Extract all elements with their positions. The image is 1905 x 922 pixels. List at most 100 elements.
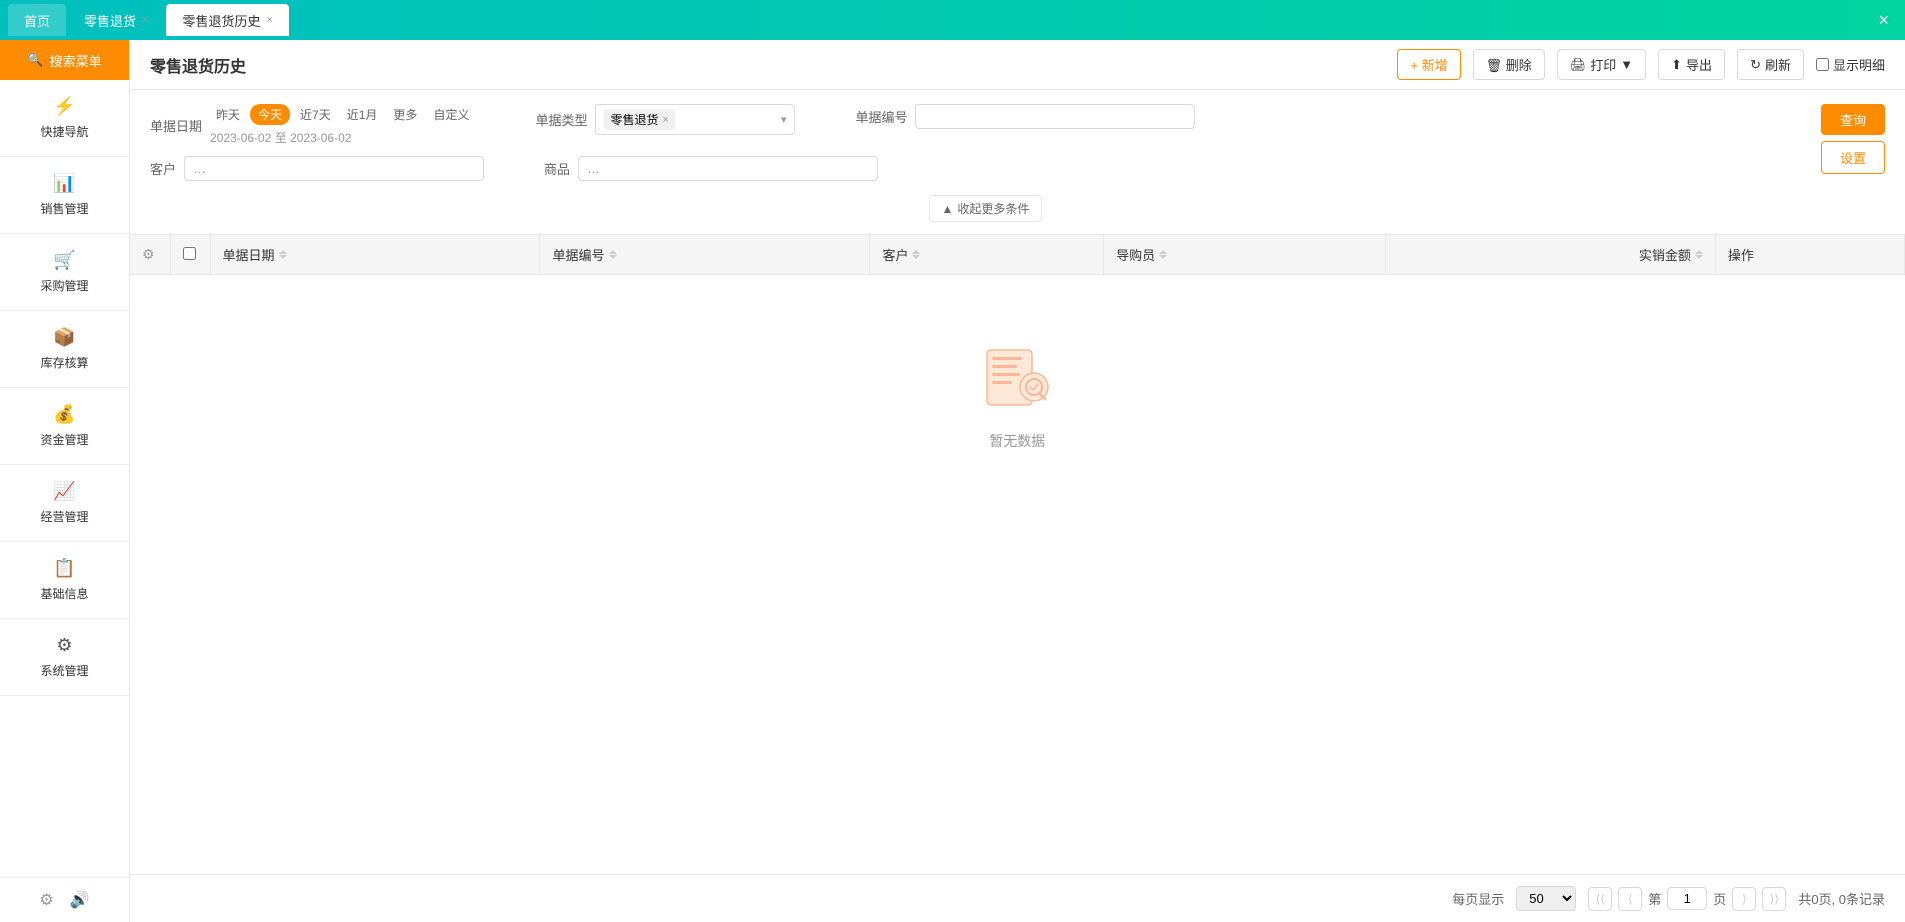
tab-retail-return-history[interactable]: 零售退货历史 × (166, 4, 288, 36)
main-layout: 🔍 搜索菜单 ⚡ 快捷导航 📊 销售管理 🛒 采购管理 📦 库存核算 💰 资金管… (0, 40, 1905, 922)
new-button[interactable]: + 新增 (1397, 49, 1460, 80)
filter-area: 单据日期 昨天 今天 近7天 近1月 更多 自定义 2 (130, 90, 1905, 235)
per-page-select[interactable]: 50 10 20 100 (1516, 886, 1576, 911)
page-input-group: 第 页 (1648, 887, 1726, 910)
sidebar-audio-icon[interactable]: 🔊 (70, 890, 90, 910)
shortcut-custom[interactable]: 自定义 (427, 104, 475, 125)
date-filter-label: 单据日期 (150, 116, 202, 135)
sidebar-item-system[interactable]: ⚙ 系统管理 (0, 619, 129, 696)
th-guide-inner: 导购员 (1116, 245, 1373, 264)
delete-button[interactable]: 🗑 删除 (1473, 49, 1545, 80)
basic-info-icon: 📋 (53, 558, 75, 579)
shortcut-today[interactable]: 今天 (250, 104, 290, 125)
page-navigation: ⟨⟨ ⟨ 第 页 ⟩ ⟩⟩ (1588, 887, 1786, 911)
settings-button[interactable]: 设置 (1821, 141, 1885, 174)
customer-filter-label: 客户 (150, 159, 176, 178)
tab-retail-return[interactable]: 零售退货 × (68, 4, 164, 36)
tab-home[interactable]: 首页 (8, 4, 66, 36)
print-dropdown-icon: ▼ (1620, 57, 1633, 72)
sidebar-item-sales[interactable]: 📊 销售管理 (0, 157, 129, 234)
number-sort-down (609, 255, 617, 259)
gear-icon[interactable]: ⚙ (142, 246, 155, 262)
shortcut-more[interactable]: 更多 (387, 104, 423, 125)
purchase-icon: 🛒 (53, 250, 75, 271)
table-area: ⚙ 单据日期 (130, 235, 1905, 874)
pagination-bar: 每页显示 50 10 20 100 ⟨⟨ ⟨ 第 页 ⟩ ⟩⟩ 共0页, 0条记… (130, 874, 1905, 922)
number-filter-input[interactable] (915, 104, 1195, 129)
sidebar-search-label: 搜索菜单 (50, 51, 102, 70)
sidebar-item-inventory[interactable]: 📦 库存核算 (0, 311, 129, 388)
collapse-button[interactable]: ▲ 收起更多条件 (929, 195, 1043, 222)
filter-row-2: 客户 … 商品 … (150, 156, 1821, 181)
sidebar-bottom: ⚙ 🔊 (0, 877, 129, 922)
first-page-button[interactable]: ⟨⟨ (1588, 887, 1612, 911)
filter-main: 单据日期 昨天 今天 近7天 近1月 更多 自定义 2 (150, 104, 1821, 226)
current-page-input[interactable] (1667, 887, 1707, 910)
window-close-button[interactable]: × (1870, 6, 1897, 35)
date-sort-down (279, 255, 287, 259)
page-total-label: 共0页, 0条记录 (1798, 889, 1885, 908)
page-title: 零售退货历史 (150, 53, 1397, 77)
select-all-checkbox[interactable] (183, 247, 196, 260)
display-detail-checkbox[interactable] (1816, 58, 1829, 71)
th-amount-label: 实销金额 (1639, 245, 1691, 264)
sidebar-item-purchase[interactable]: 🛒 采购管理 (0, 234, 129, 311)
print-button[interactable]: 🖨 打印 ▼ (1557, 49, 1646, 80)
sidebar-item-system-label: 系统管理 (40, 662, 88, 679)
sidebar-item-quick-nav[interactable]: ⚡ 快捷导航 (0, 80, 129, 157)
th-gear: ⚙ (130, 235, 170, 275)
shortcut-7days[interactable]: 近7天 (294, 104, 337, 125)
guide-sort-down (1159, 255, 1167, 259)
filter-customer-item: 客户 … (150, 156, 484, 181)
refresh-label: 刷新 (1765, 55, 1791, 74)
sidebar-item-operations[interactable]: 📈 经营管理 (0, 465, 129, 542)
th-customer-label: 客户 (882, 245, 908, 264)
search-icon: 🔍 (27, 52, 43, 68)
refresh-button[interactable]: ↻ 刷新 (1737, 49, 1804, 80)
customer-placeholder: … (193, 161, 206, 176)
sidebar-search[interactable]: 🔍 搜索菜单 (0, 40, 129, 80)
number-sort-icon[interactable] (609, 250, 617, 259)
export-button[interactable]: ⬆ 导出 (1658, 49, 1725, 80)
type-tag-close[interactable]: × (662, 114, 668, 126)
last-page-button[interactable]: ⟩⟩ (1762, 887, 1786, 911)
toolbar: + 新增 🗑 删除 🖨 打印 ▼ ⬆ 导出 ↻ 刷新 显示明细 (1397, 49, 1885, 80)
sidebar-item-sales-label: 销售管理 (40, 200, 88, 217)
date-range-display: 2023-06-02 至 2023-06-02 (210, 129, 475, 146)
query-button[interactable]: 查询 (1821, 104, 1885, 135)
sidebar-item-quick-nav-label: 快捷导航 (40, 123, 88, 140)
type-select-box[interactable]: 零售退货 × ▾ (595, 104, 795, 135)
guide-sort-icon[interactable] (1159, 250, 1167, 259)
shortcut-yesterday[interactable]: 昨天 (210, 104, 246, 125)
amount-sort-icon[interactable] (1695, 250, 1703, 259)
print-icon: 🖨 (1570, 57, 1587, 73)
date-sort-icon[interactable] (279, 250, 287, 259)
th-date: 单据日期 (210, 235, 540, 275)
prev-page-button[interactable]: ⟨ (1618, 887, 1642, 911)
sidebar-item-finance[interactable]: 💰 资金管理 (0, 388, 129, 465)
date-sort-up (279, 250, 287, 254)
shortcut-1month[interactable]: 近1月 (341, 104, 384, 125)
sidebar-item-basic-info[interactable]: 📋 基础信息 (0, 542, 129, 619)
operations-icon: 📈 (53, 481, 75, 502)
tab-retail-return-close[interactable]: × (142, 14, 148, 26)
sidebar-settings-icon[interactable]: ⚙ (39, 890, 53, 910)
display-detail-toggle[interactable]: 显示明细 (1816, 55, 1885, 74)
customer-sort-up (912, 250, 920, 254)
date-shortcuts: 昨天 今天 近7天 近1月 更多 自定义 2023-06-02 至 2023-0… (210, 104, 475, 146)
tab-retail-return-history-close[interactable]: × (266, 14, 272, 26)
customer-sort-icon[interactable] (912, 250, 920, 259)
top-bar-right: × (1870, 6, 1897, 35)
table-header-row: ⚙ 单据日期 (130, 235, 1905, 275)
th-number-label: 单据编号 (552, 245, 604, 264)
customer-select-box[interactable]: … (184, 156, 484, 181)
display-detail-label: 显示明细 (1833, 55, 1885, 74)
export-icon: ⬆ (1671, 57, 1682, 73)
goods-select-box[interactable]: … (578, 156, 878, 181)
refresh-icon: ↻ (1750, 57, 1761, 73)
empty-icon (977, 335, 1057, 415)
next-page-button[interactable]: ⟩ (1732, 887, 1756, 911)
empty-text: 暂无数据 (989, 431, 1045, 451)
filter-section: 单据日期 昨天 今天 近7天 近1月 更多 自定义 2 (150, 104, 1885, 226)
sidebar-item-basic-info-label: 基础信息 (40, 585, 88, 602)
